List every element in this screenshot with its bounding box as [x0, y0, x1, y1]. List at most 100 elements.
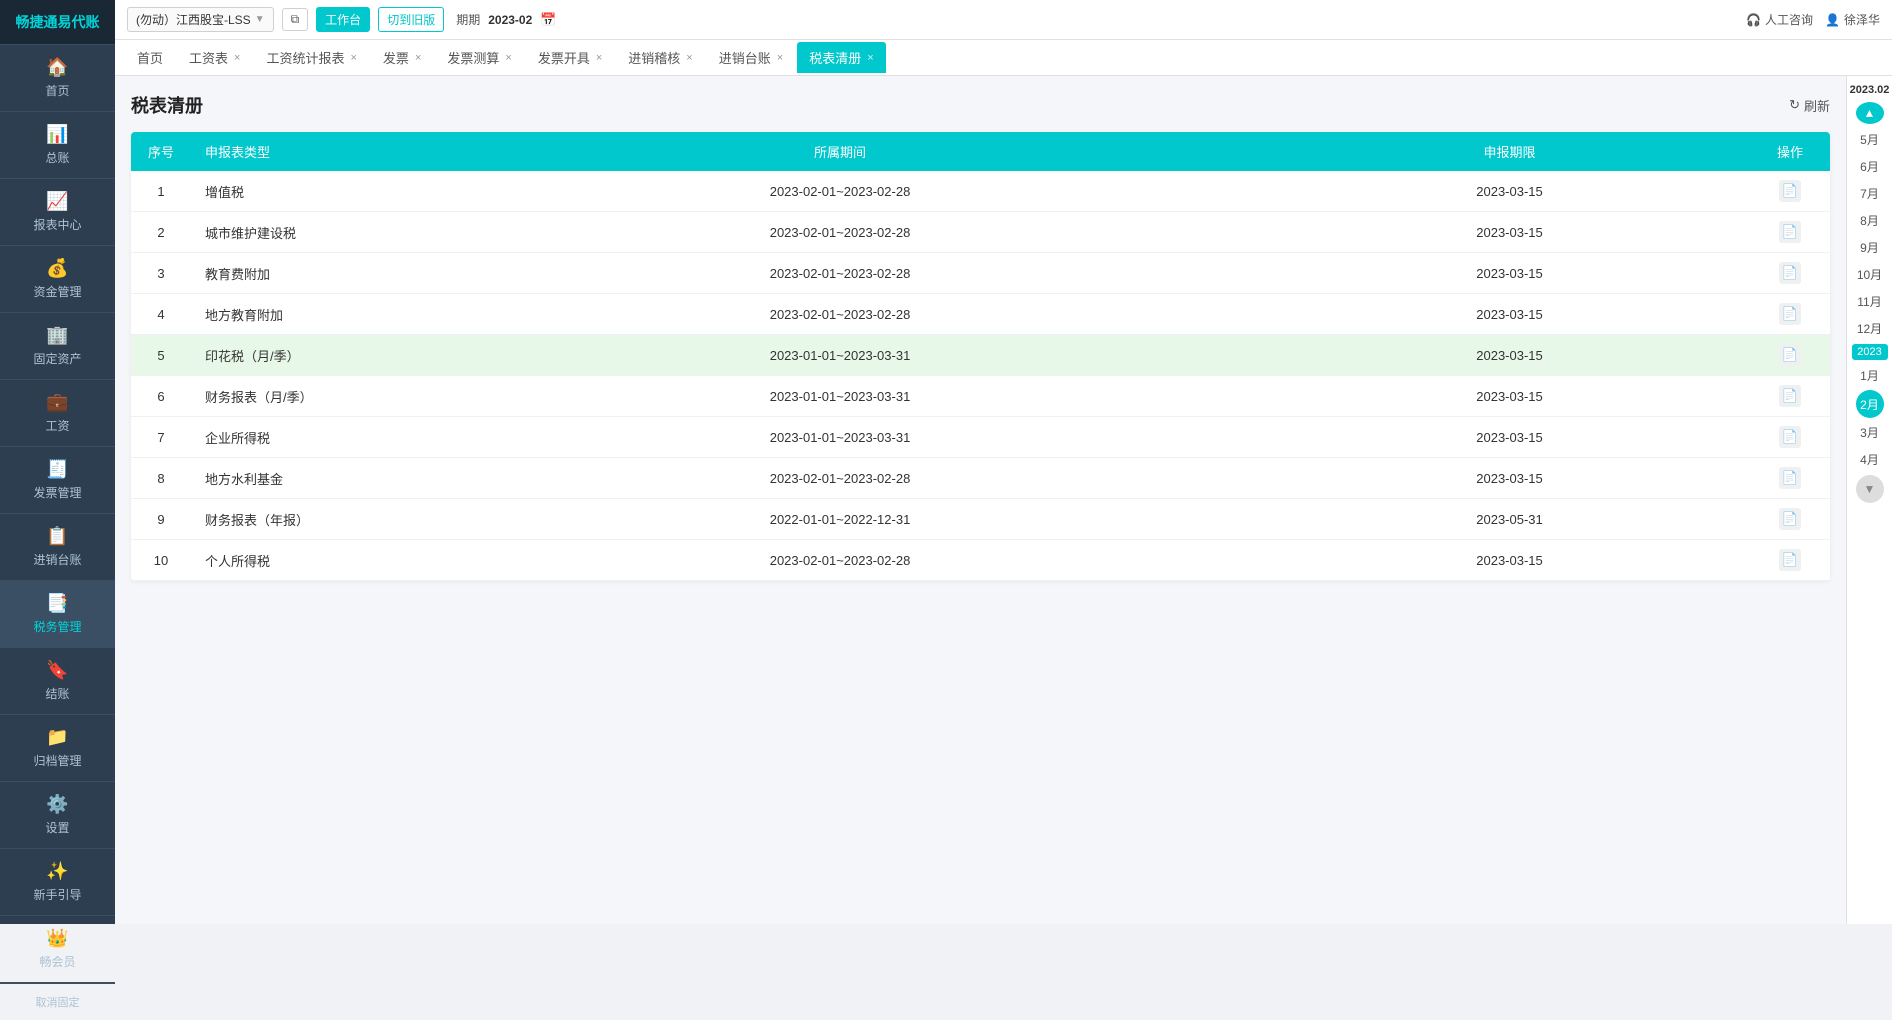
- refresh-button[interactable]: ↻ 刷新: [1789, 96, 1830, 115]
- sidebar-item-invoice[interactable]: 🧾 发票管理: [0, 447, 115, 514]
- cell-action: 📄: [1750, 212, 1830, 253]
- cell-no: 6: [131, 376, 191, 417]
- cell-deadline: 2023-03-15: [1269, 458, 1750, 499]
- tab-home[interactable]: 首页: [125, 42, 175, 73]
- right-panel: 2023.02 ▲ 5月 6月 7月 8月 9月 10月 11月 12月 202…: [1846, 76, 1892, 924]
- action-button[interactable]: 📄: [1779, 303, 1801, 325]
- action-button[interactable]: 📄: [1779, 221, 1801, 243]
- cell-type: 企业所得税: [191, 417, 411, 458]
- tab-invoice-label: 发票: [383, 48, 409, 67]
- sidebar-item-settle[interactable]: 🔖 结账: [0, 648, 115, 715]
- tab-in-out-verify[interactable]: 进销稽核 ×: [616, 42, 704, 73]
- month-7[interactable]: 7月: [1852, 181, 1888, 206]
- action-button[interactable]: 📄: [1779, 426, 1801, 448]
- month-1[interactable]: 1月: [1852, 363, 1888, 388]
- panel-down-button[interactable]: ▼: [1856, 475, 1884, 503]
- cell-period: 2023-02-01~2023-02-28: [411, 540, 1269, 581]
- tab-invoice-open[interactable]: 发票开具 ×: [526, 42, 614, 73]
- action-button[interactable]: 📄: [1779, 508, 1801, 530]
- cell-no: 5: [131, 335, 191, 376]
- action-button[interactable]: 📄: [1779, 385, 1801, 407]
- month-9[interactable]: 9月: [1852, 235, 1888, 260]
- tab-salary-report-label: 工资统计报表: [266, 48, 344, 67]
- user-icon: 👤: [1825, 13, 1840, 27]
- tab-salary-label: 工资表: [189, 48, 228, 67]
- month-12[interactable]: 12月: [1852, 316, 1888, 341]
- month-2-active[interactable]: 2月: [1856, 390, 1884, 418]
- sidebar-item-tax[interactable]: 📑 税务管理: [0, 581, 115, 648]
- tab-in-out-verify-close[interactable]: ×: [686, 52, 692, 64]
- cell-period: 2023-02-01~2023-02-28: [411, 294, 1269, 335]
- tab-tax-clear-label: 税表清册: [809, 48, 861, 67]
- tab-invoice-calc-close[interactable]: ×: [505, 52, 511, 64]
- tab-salary[interactable]: 工资表 ×: [177, 42, 252, 73]
- sidebar-item-inout[interactable]: 📋 进销台账: [0, 514, 115, 581]
- sidebar-item-label: 结账: [45, 685, 69, 702]
- tab-salary-report-close[interactable]: ×: [350, 52, 356, 64]
- month-6[interactable]: 6月: [1852, 154, 1888, 179]
- cell-deadline: 2023-03-15: [1269, 171, 1750, 212]
- company-selector[interactable]: (勿动）江西股宝-LSS ▼: [127, 7, 274, 32]
- copy-btn[interactable]: ⧉: [282, 8, 309, 31]
- table-row: 1 增值税 2023-02-01~2023-02-28 2023-03-15 📄: [131, 171, 1830, 212]
- sidebar-item-label: 进销台账: [33, 551, 81, 568]
- table-row: 3 教育费附加 2023-02-01~2023-02-28 2023-03-15…: [131, 253, 1830, 294]
- action-button[interactable]: 📄: [1779, 180, 1801, 202]
- cell-no: 8: [131, 458, 191, 499]
- tab-tax-clear-close[interactable]: ×: [867, 52, 873, 64]
- tab-salary-report[interactable]: 工资统计报表 ×: [254, 42, 368, 73]
- action-button[interactable]: 📄: [1779, 467, 1801, 489]
- col-deadline: 申报期限: [1269, 132, 1750, 171]
- tab-in-out-account-close[interactable]: ×: [777, 52, 783, 64]
- tab-invoice[interactable]: 发票 ×: [371, 42, 433, 73]
- tab-in-out-account[interactable]: 进销台账 ×: [707, 42, 795, 73]
- sidebar-item-home[interactable]: 🏠 首页: [0, 45, 115, 112]
- cell-type: 地方教育附加: [191, 294, 411, 335]
- cell-deadline: 2023-03-15: [1269, 294, 1750, 335]
- month-3[interactable]: 3月: [1852, 420, 1888, 445]
- year-header: 2023.02: [1848, 80, 1892, 100]
- month-11[interactable]: 11月: [1852, 289, 1888, 314]
- month-5[interactable]: 5月: [1852, 127, 1888, 152]
- chevron-down-icon: ▼: [255, 14, 265, 25]
- sidebar-item-asset[interactable]: 🏢 固定资产: [0, 313, 115, 380]
- sidebar-item-vip[interactable]: 👑 畅会员: [0, 916, 115, 983]
- sidebar-item-report[interactable]: 📈 报表中心: [0, 179, 115, 246]
- tab-salary-close[interactable]: ×: [234, 52, 240, 64]
- action-button[interactable]: 📄: [1779, 262, 1801, 284]
- month-4[interactable]: 4月: [1852, 447, 1888, 472]
- workbench-button[interactable]: 工作台: [316, 7, 370, 32]
- vip-icon: 👑: [46, 928, 68, 949]
- sidebar-item-guide[interactable]: ✨ 新手引导: [0, 849, 115, 916]
- page-title: 税表清册: [131, 92, 203, 118]
- sidebar-item-salary[interactable]: 💼 工资: [0, 380, 115, 447]
- tab-invoice-calc[interactable]: 发票测算 ×: [435, 42, 523, 73]
- sidebar-item-label: 新手引导: [33, 886, 81, 903]
- headset-icon: 🎧: [1746, 13, 1761, 27]
- cell-no: 3: [131, 253, 191, 294]
- sidebar-item-fund[interactable]: 💰 资金管理: [0, 246, 115, 313]
- tab-tax-clear[interactable]: 税表清册 ×: [797, 42, 885, 73]
- tab-invoice-open-close[interactable]: ×: [596, 52, 602, 64]
- action-button[interactable]: 📄: [1779, 549, 1801, 571]
- month-10[interactable]: 10月: [1852, 262, 1888, 287]
- main-area: (勿动）江西股宝-LSS ▼ ⧉ 工作台 切到旧版 期期 2023-02 📅 🎧…: [115, 0, 1892, 924]
- month-8[interactable]: 8月: [1852, 208, 1888, 233]
- topbar-right: 🎧 人工咨询 👤 徐泽华: [1746, 11, 1880, 28]
- sidebar-item-archive[interactable]: 📁 归档管理: [0, 715, 115, 782]
- tab-invoice-open-label: 发票开具: [538, 48, 590, 67]
- sidebar-item-settings[interactable]: ⚙️ 设置: [0, 782, 115, 849]
- user-profile-btn[interactable]: 👤 徐泽华: [1825, 11, 1880, 28]
- table-row: 7 企业所得税 2023-01-01~2023-03-31 2023-03-15…: [131, 417, 1830, 458]
- sidebar-item-label: 总账: [45, 149, 69, 166]
- sidebar-item-ledger[interactable]: 📊 总账: [0, 112, 115, 179]
- panel-up-button[interactable]: ▲: [1856, 102, 1884, 124]
- cell-period: 2023-02-01~2023-02-28: [411, 253, 1269, 294]
- calendar-icon[interactable]: 📅: [540, 12, 556, 28]
- action-button[interactable]: 📄: [1779, 344, 1801, 366]
- cancel-pin-btn[interactable]: 取消固定: [0, 983, 115, 1020]
- tab-invoice-close[interactable]: ×: [415, 52, 421, 64]
- switch-old-button[interactable]: 切到旧版: [378, 7, 444, 32]
- human-service-btn[interactable]: 🎧 人工咨询: [1746, 11, 1813, 28]
- cell-period: 2023-01-01~2023-03-31: [411, 335, 1269, 376]
